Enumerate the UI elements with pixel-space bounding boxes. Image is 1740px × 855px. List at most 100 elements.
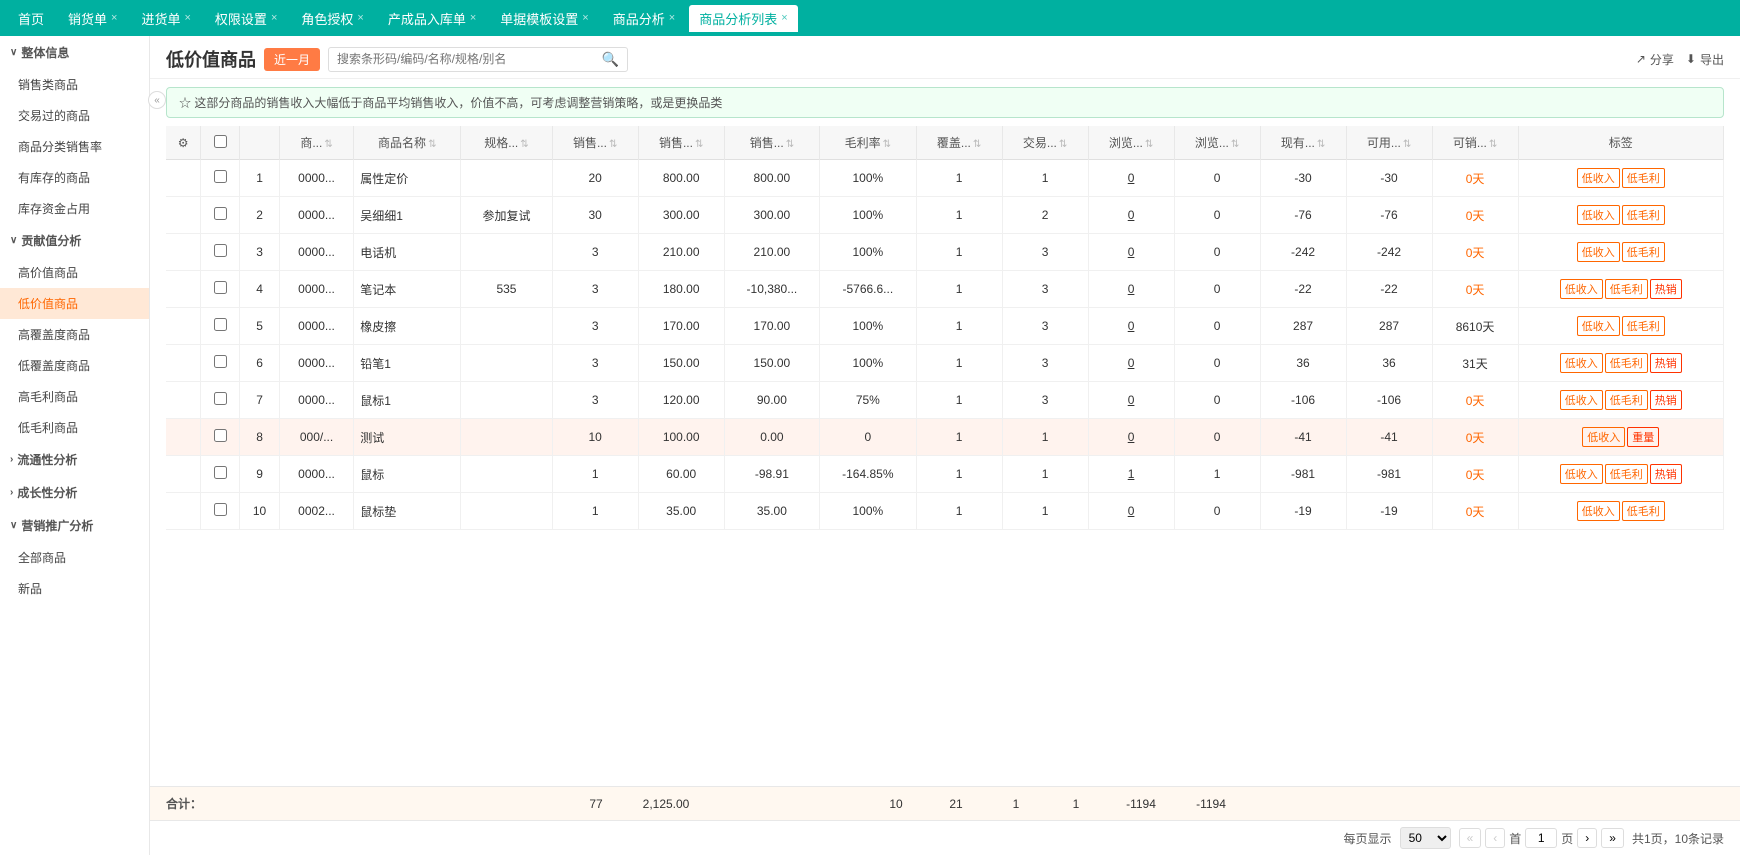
close-icon[interactable]: × [357,12,363,24]
row-checkbox[interactable] [214,244,227,257]
browse-link[interactable]: 0 [1128,282,1135,296]
col-spec[interactable]: 规格...⇅ [461,126,552,160]
nav-product-storage[interactable]: 产成品入库单 × [378,5,486,32]
nav-purchase-order[interactable]: 进货单 × [131,5,200,32]
sidebar-item-high-value[interactable]: 高价值商品 [0,257,149,288]
browse-link[interactable]: 1 [1128,467,1135,481]
row-checkbox[interactable] [214,318,227,331]
nav-role-auth[interactable]: 角色授权 × [291,5,373,32]
close-icon[interactable]: × [111,12,117,24]
close-icon[interactable]: × [669,12,675,24]
cell-check[interactable] [201,419,240,456]
row-checkbox[interactable] [214,281,227,294]
col-gross-rate[interactable]: 毛利率⇅ [820,126,916,160]
col-stock-now[interactable]: 现有...⇅ [1260,126,1346,160]
sidebar-item-high-coverage[interactable]: 高覆盖度商品 [0,319,149,350]
sidebar-section-contribution[interactable]: ∨ 贡献值分析 [0,224,149,257]
col-browse2[interactable]: 浏览...⇅ [1174,126,1260,160]
close-icon[interactable]: × [470,12,476,24]
col-code[interactable]: 商...⇅ [279,126,353,160]
col-name[interactable]: 商品名称⇅ [354,126,461,160]
cell-check[interactable] [201,271,240,308]
browse-link[interactable]: 0 [1128,171,1135,185]
select-all-checkbox[interactable] [214,135,227,148]
sidebar-item-traded-goods[interactable]: 交易过的商品 [0,100,149,131]
page-input[interactable] [1525,828,1557,848]
row-checkbox[interactable] [214,170,227,183]
nav-template-settings[interactable]: 单据模板设置 × [490,5,598,32]
col-browse1[interactable]: 浏览...⇅ [1088,126,1174,160]
sidebar-section-marketing[interactable]: ∨ 营销推广分析 [0,509,149,542]
sidebar-item-low-coverage[interactable]: 低覆盖度商品 [0,350,149,381]
sidebar-item-new-goods[interactable]: 新品 [0,573,149,604]
cell-check[interactable] [201,308,240,345]
col-sale-amt[interactable]: 销售...⇅ [638,126,724,160]
row-checkbox[interactable] [214,355,227,368]
cell-check[interactable] [201,382,240,419]
sidebar-item-all-goods[interactable]: 全部商品 [0,542,149,573]
browse-link[interactable]: 0 [1128,356,1135,370]
sidebar-item-inventory-capital[interactable]: 库存资金占用 [0,193,149,224]
sidebar-section-growth[interactable]: › 成长性分析 [0,476,149,509]
cell-check[interactable] [201,197,240,234]
cell-check[interactable] [201,493,240,530]
sidebar-item-low-value[interactable]: 低价值商品 [0,288,149,319]
nav-goods-analysis-list[interactable]: 商品分析列表 × [689,5,797,32]
cell-browse1[interactable]: 1 [1088,456,1174,493]
row-checkbox[interactable] [214,207,227,220]
row-checkbox[interactable] [214,466,227,479]
sidebar-item-category-sales-rate[interactable]: 商品分类销售率 [0,131,149,162]
browse-link[interactable]: 0 [1128,208,1135,222]
share-button[interactable]: ↗ 分享 [1636,51,1674,68]
cell-browse1[interactable]: 0 [1088,345,1174,382]
sidebar-item-high-margin[interactable]: 高毛利商品 [0,381,149,412]
cell-check[interactable] [201,160,240,197]
col-setting[interactable]: ⚙ [166,126,201,160]
col-sale-gross[interactable]: 销售...⇅ [724,126,819,160]
browse-link[interactable]: 0 [1128,245,1135,259]
nav-permissions[interactable]: 权限设置 × [205,5,287,32]
last-page-button[interactable]: » [1601,828,1624,848]
cell-check[interactable] [201,234,240,271]
row-checkbox[interactable] [214,392,227,405]
prev-page-button[interactable]: ‹ [1485,828,1505,848]
row-checkbox[interactable] [214,429,227,442]
cell-browse1[interactable]: 0 [1088,493,1174,530]
nav-goods-analysis[interactable]: 商品分析 × [603,5,685,32]
nav-home[interactable]: 首页 [8,5,54,32]
sidebar-section-circulation[interactable]: › 流通性分析 [0,443,149,476]
table-wrapper[interactable]: ⚙ 商...⇅ 商品名称⇅ 规格...⇅ 销售...⇅ 销售...⇅ 销售...… [150,126,1740,786]
row-checkbox[interactable] [214,503,227,516]
cell-check[interactable] [201,456,240,493]
close-icon[interactable]: × [781,12,787,24]
close-icon[interactable]: × [582,12,588,24]
col-trade[interactable]: 交易...⇅ [1002,126,1088,160]
first-page-button[interactable]: « [1459,828,1482,848]
browse-link[interactable]: 0 [1128,319,1135,333]
cell-browse1[interactable]: 0 [1088,234,1174,271]
sidebar-section-overall[interactable]: ∨ 整体信息 [0,36,149,69]
cell-browse1[interactable]: 0 [1088,382,1174,419]
cell-browse1[interactable]: 0 [1088,197,1174,234]
cell-browse1[interactable]: 0 [1088,160,1174,197]
filter-recent-month-button[interactable]: 近一月 [264,48,320,71]
col-available[interactable]: 可用...⇅ [1346,126,1432,160]
col-cover[interactable]: 覆盖...⇅ [916,126,1002,160]
col-checkbox-header[interactable] [201,126,240,160]
cell-browse1[interactable]: 0 [1088,308,1174,345]
sidebar-item-stocked-goods[interactable]: 有库存的商品 [0,162,149,193]
next-page-button[interactable]: › [1577,828,1597,848]
browse-link[interactable]: 0 [1128,430,1135,444]
cell-browse1[interactable]: 0 [1088,419,1174,456]
page-size-select[interactable]: 50 100 200 [1400,827,1451,849]
browse-link[interactable]: 0 [1128,504,1135,518]
close-icon[interactable]: × [271,12,277,24]
col-sale-qty[interactable]: 销售...⇅ [552,126,638,160]
sidebar-item-low-margin[interactable]: 低毛利商品 [0,412,149,443]
browse-link[interactable]: 0 [1128,393,1135,407]
cell-check[interactable] [201,345,240,382]
export-button[interactable]: ⬇ 导出 [1686,51,1724,68]
col-saleable[interactable]: 可销...⇅ [1432,126,1518,160]
cell-browse1[interactable]: 0 [1088,271,1174,308]
close-icon[interactable]: × [184,12,190,24]
